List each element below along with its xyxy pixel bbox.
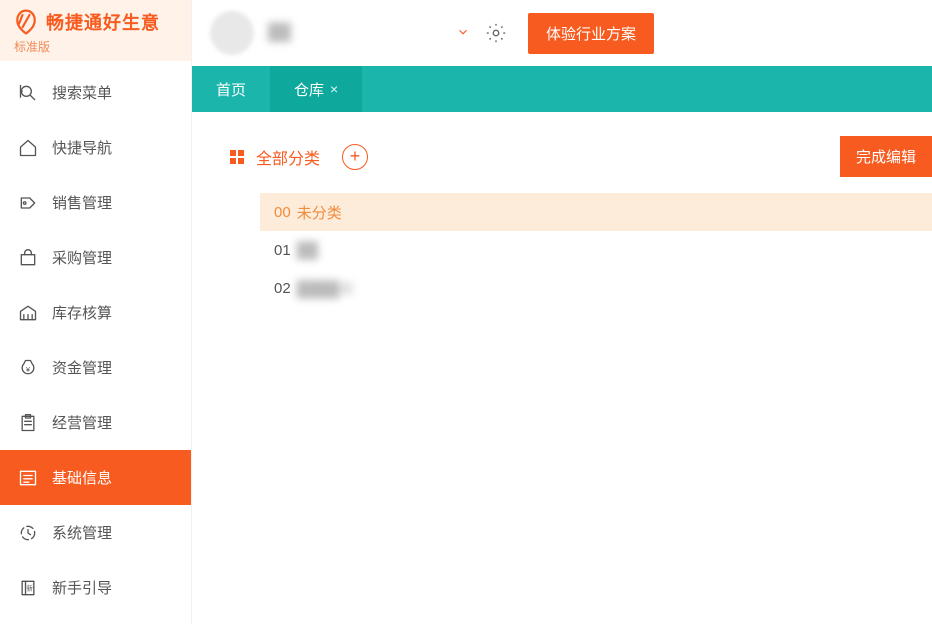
- sidebar-item-label: 资金管理: [52, 357, 112, 378]
- tab-warehouse[interactable]: 仓库 ×: [270, 66, 362, 112]
- sidebar-item-inventory[interactable]: 库存核算: [0, 285, 191, 340]
- sidebar: 畅捷通好生意 标准版 搜索菜单快捷导航销售管理采购管理库存核算 ¥ 资金管理经营管理…: [0, 0, 192, 624]
- category-code: 00: [274, 204, 291, 221]
- svg-text:新: 新: [26, 583, 33, 592]
- close-icon[interactable]: ×: [330, 81, 338, 97]
- sidebar-item-system[interactable]: 系统管理: [0, 505, 191, 560]
- category-name: ██: [297, 242, 318, 259]
- sidebar-item-operations[interactable]: 经营管理: [0, 395, 191, 450]
- content-toolbar: 全部分类 + 完成编辑: [216, 136, 932, 177]
- brand-name: 畅捷通好生意: [46, 9, 160, 35]
- tab-strip: 首页 仓库 ×: [192, 66, 932, 112]
- sidebar-item-label: 销售管理: [52, 192, 112, 213]
- grid-icon: [230, 150, 244, 164]
- category-code: 02: [274, 280, 291, 297]
- sidebar-item-label: 搜索菜单: [52, 82, 112, 103]
- sidebar-item-search-menu[interactable]: 搜索菜单: [0, 65, 191, 120]
- book-icon: 新: [18, 578, 38, 598]
- sidebar-item-quick-nav[interactable]: 快捷导航: [0, 120, 191, 175]
- brand-logo-icon: [12, 8, 40, 36]
- sidebar-nav: 搜索菜单快捷导航销售管理采购管理库存核算 ¥ 资金管理经营管理基础信息系统管理新 新手…: [0, 61, 191, 615]
- tab-label: 仓库: [294, 79, 324, 100]
- home-icon: [18, 138, 38, 158]
- category-row[interactable]: 00 未分类: [260, 193, 932, 231]
- main-area: ██ 体验行业方案 首页 仓库 × 全部分类 + 完成编辑 00 未分类 01 ██ 02 █…: [192, 0, 932, 624]
- category-name: 未分类: [297, 202, 342, 223]
- category-code: 01: [274, 242, 291, 259]
- money-icon: ¥: [18, 358, 38, 378]
- search-icon: [18, 83, 38, 103]
- warehouse-icon: [18, 303, 38, 323]
- settings-button[interactable]: [484, 21, 508, 45]
- sidebar-item-label: 基础信息: [52, 467, 112, 488]
- category-row[interactable]: 02 ████库: [260, 269, 932, 307]
- bag-icon: [18, 248, 38, 268]
- list-icon: [18, 468, 38, 488]
- org-avatar: [210, 11, 254, 55]
- all-categories-label[interactable]: 全部分类: [256, 145, 320, 169]
- chevron-down-icon: [456, 23, 470, 44]
- category-name: ████库: [297, 278, 355, 299]
- sidebar-item-label: 采购管理: [52, 247, 112, 268]
- category-row[interactable]: 01 ██: [260, 231, 932, 269]
- sidebar-item-label: 库存核算: [52, 302, 112, 323]
- tab-home[interactable]: 首页: [192, 66, 270, 112]
- sidebar-item-baseinfo[interactable]: 基础信息: [0, 450, 191, 505]
- brand-area: 畅捷通好生意 标准版: [0, 0, 191, 61]
- tab-label: 首页: [216, 79, 246, 100]
- sidebar-item-sales[interactable]: 销售管理: [0, 175, 191, 230]
- sidebar-item-label: 快捷导航: [52, 137, 112, 158]
- finish-edit-button[interactable]: 完成编辑: [840, 136, 932, 177]
- content-panel: 全部分类 + 完成编辑 00 未分类 01 ██ 02 ████库: [192, 112, 932, 624]
- brand-edition: 标准版: [14, 38, 179, 55]
- sidebar-item-label: 新手引导: [52, 577, 112, 598]
- sidebar-item-label: 经营管理: [52, 412, 112, 433]
- top-bar: ██ 体验行业方案: [192, 0, 932, 66]
- org-dropdown[interactable]: ██: [210, 11, 470, 55]
- sync-icon: [18, 523, 38, 543]
- try-industry-button[interactable]: 体验行业方案: [528, 13, 654, 54]
- sidebar-item-purchase[interactable]: 采购管理: [0, 230, 191, 285]
- sidebar-item-label: 系统管理: [52, 522, 112, 543]
- clipboard-icon: [18, 413, 38, 433]
- org-name: ██: [268, 24, 291, 42]
- tag-icon: [18, 193, 38, 213]
- sidebar-item-guide[interactable]: 新 新手引导: [0, 560, 191, 615]
- category-list: 00 未分类 01 ██ 02 ████库: [260, 193, 932, 307]
- add-category-button[interactable]: +: [342, 144, 368, 170]
- sidebar-item-funds[interactable]: ¥ 资金管理: [0, 340, 191, 395]
